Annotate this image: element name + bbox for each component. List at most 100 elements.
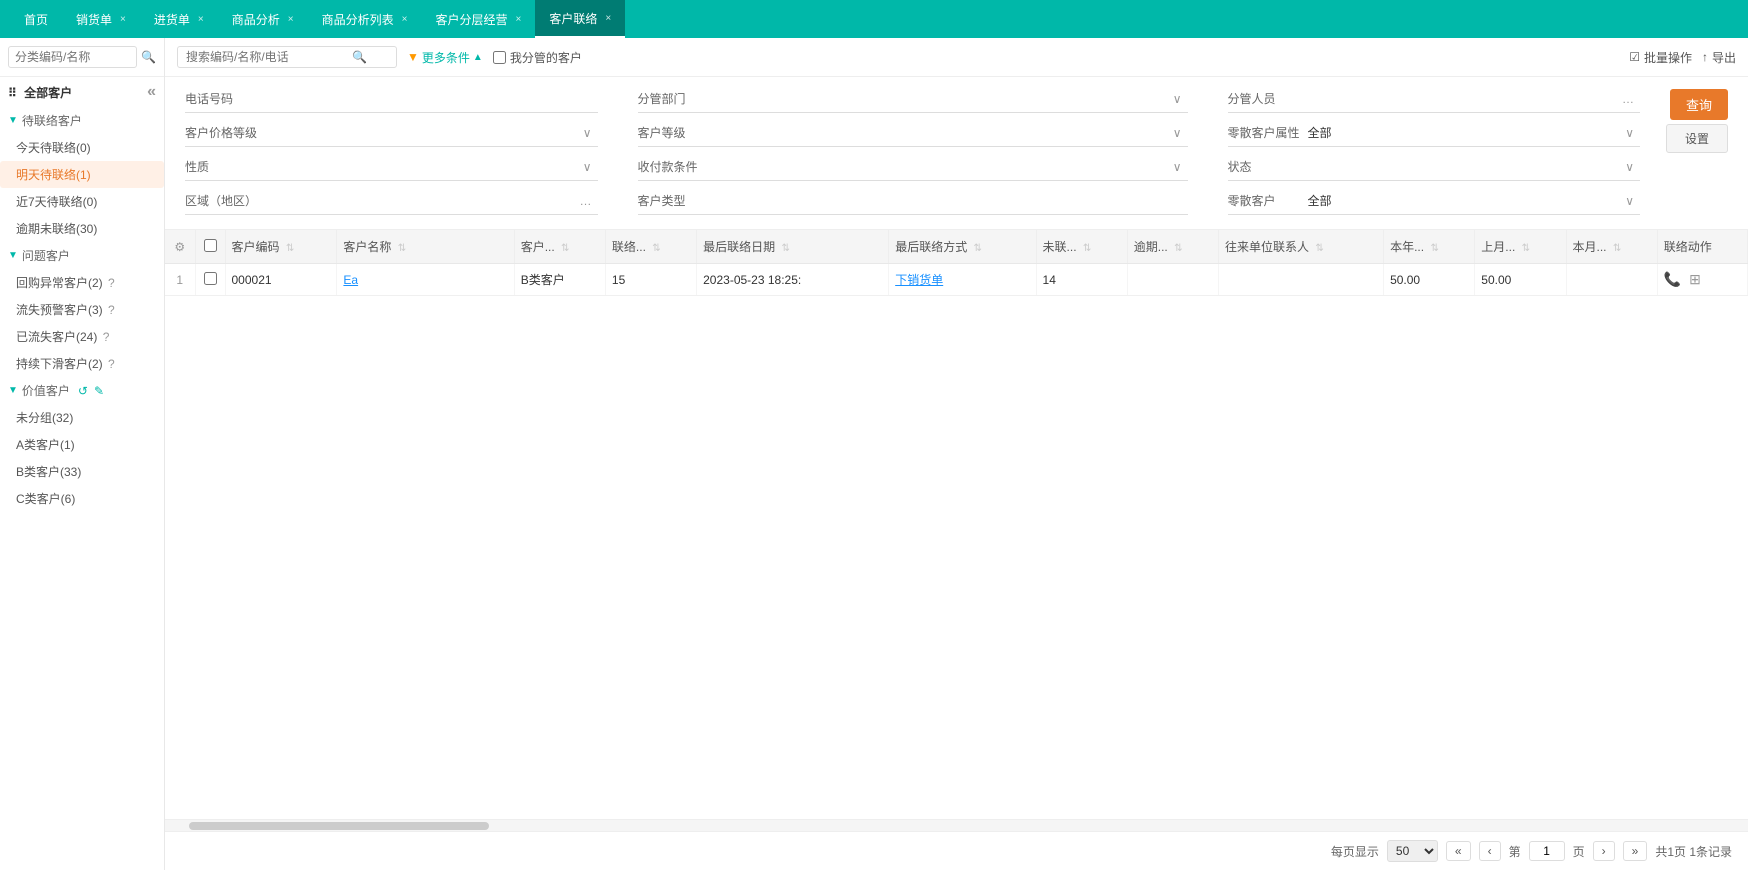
more-conditions-btn[interactable]: ▼ 更多条件 ▲: [407, 49, 483, 66]
export-btn[interactable]: ↑ 导出: [1702, 49, 1736, 66]
sidebar-item-class-b[interactable]: B类客户(33): [0, 458, 164, 485]
col-contact-person: 往来单位联系人 ⇅: [1218, 230, 1383, 264]
sidebar-item-churned[interactable]: 已流失客户(24) ?: [0, 323, 164, 350]
sort-icon-contact-person[interactable]: ⇅: [1315, 243, 1323, 254]
retail-attr-dropdown[interactable]: ∨: [1619, 126, 1640, 140]
sort-icon-overdue[interactable]: ⇅: [1174, 243, 1182, 254]
sidebar-item-declining[interactable]: 持续下滑客户(2) ?: [0, 350, 164, 377]
price-grade-dropdown[interactable]: ∨: [577, 126, 598, 140]
next-page-btn[interactable]: ›: [1593, 841, 1615, 861]
batch-operation-btn[interactable]: ☑ 批量操作: [1629, 49, 1692, 66]
retail-customer-dropdown[interactable]: ∨: [1619, 194, 1640, 208]
status-dropdown[interactable]: ∨: [1619, 160, 1640, 174]
sidebar-search-icon[interactable]: 🔍: [141, 50, 156, 64]
current-page-input[interactable]: [1529, 841, 1565, 861]
sidebar-item-7days-contact[interactable]: 近7天待联络(0): [0, 188, 164, 215]
scroll-thumb[interactable]: [189, 822, 489, 830]
sidebar-search-input[interactable]: [8, 46, 137, 68]
nav-purchase-close-icon[interactable]: ×: [198, 14, 204, 25]
sidebar-item-today-contact[interactable]: 今天待联络(0): [0, 134, 164, 161]
total-records-info: 共1页 1条记录: [1655, 843, 1732, 860]
filter-person: 分管人员 …: [1228, 85, 1641, 113]
nav-customer-contact-close-icon[interactable]: ×: [605, 13, 611, 24]
customer-grade-dropdown[interactable]: ∨: [1167, 126, 1188, 140]
checkbox-batch-icon: ☑: [1629, 50, 1640, 64]
collapse-icon[interactable]: «: [147, 83, 156, 101]
sort-icon-code[interactable]: ⇅: [286, 243, 294, 254]
edit-value-icon[interactable]: ✎: [94, 384, 104, 398]
retail-customer-input[interactable]: [1308, 194, 1620, 208]
query-button[interactable]: 查询: [1670, 89, 1728, 120]
col-last-month: 上月... ⇅: [1475, 230, 1566, 264]
horizontal-scrollbar[interactable]: [165, 819, 1748, 831]
prev-page-btn[interactable]: ‹: [1479, 841, 1501, 861]
payment-label: 收付款条件: [638, 158, 718, 175]
sort-icon-last-date[interactable]: ⇅: [781, 243, 789, 254]
sort-icon-this-year[interactable]: ⇅: [1430, 243, 1438, 254]
nav-home[interactable]: 首页: [10, 0, 62, 38]
select-all-checkbox[interactable]: [204, 239, 217, 252]
col-select-all[interactable]: [195, 230, 225, 264]
nav-purchase-label: 进货单: [154, 11, 190, 28]
nav-purchase-order[interactable]: 进货单 ×: [140, 0, 218, 38]
nav-customer-layered-close-icon[interactable]: ×: [515, 14, 521, 25]
retail-attr-label: 零散客户属性: [1228, 124, 1308, 141]
region-more-icon[interactable]: …: [574, 194, 598, 208]
main-content: 🔍 ▼ 更多条件 ▲ 我分管的客户 ☑ 批量操作 ↑ 导出: [165, 38, 1748, 870]
main-search-input[interactable]: [186, 50, 346, 64]
sidebar-item-overdue-contact[interactable]: 逾期未联络(30): [0, 215, 164, 242]
sidebar-item-unclassified[interactable]: 未分组(32): [0, 404, 164, 431]
nature-input[interactable]: [265, 160, 577, 174]
sort-icon-contact-count[interactable]: ⇅: [652, 243, 660, 254]
nav-sales-close-icon[interactable]: ×: [120, 14, 126, 25]
customer-type-input[interactable]: [718, 194, 1188, 208]
person-more-icon[interactable]: …: [1616, 92, 1640, 106]
nav-product-analysis-close-icon[interactable]: ×: [288, 14, 294, 25]
nav-product-analysis[interactable]: 商品分析 ×: [218, 0, 308, 38]
sort-icon-last-month[interactable]: ⇅: [1522, 243, 1530, 254]
sort-icon-no-contact[interactable]: ⇅: [1083, 243, 1091, 254]
status-input[interactable]: [1308, 160, 1620, 174]
sort-icon-last-method[interactable]: ⇅: [974, 243, 982, 254]
sidebar-item-class-c[interactable]: C类客户(6): [0, 485, 164, 512]
sort-icon-type[interactable]: ⇅: [561, 243, 569, 254]
sidebar-item-tomorrow-contact[interactable]: 明天待联络(1): [0, 161, 164, 188]
page-size-select[interactable]: 50 100 200: [1387, 840, 1438, 862]
phone-action-icon[interactable]: 📞: [1664, 271, 1681, 288]
sidebar-all-customers[interactable]: ⠿ 全部客户 «: [0, 77, 164, 107]
sidebar-group-pending-contact: ▼ 待联络客户: [0, 107, 164, 134]
payment-dropdown[interactable]: ∨: [1167, 160, 1188, 174]
my-customers-checkbox[interactable]: [493, 51, 506, 64]
nav-product-analysis-list[interactable]: 商品分析列表 ×: [308, 0, 422, 38]
last-page-btn[interactable]: »: [1623, 841, 1648, 861]
nav-customer-contact[interactable]: 客户联络 ×: [535, 0, 625, 38]
row-checkbox[interactable]: [204, 272, 217, 285]
retail-attr-input[interactable]: [1308, 126, 1620, 140]
sidebar-item-repurchase-abnormal[interactable]: 回购异常客户(2) ?: [0, 269, 164, 296]
nav-customer-layered[interactable]: 客户分层经营 ×: [421, 0, 535, 38]
my-customers-filter[interactable]: 我分管的客户: [493, 49, 582, 66]
customer-grade-input[interactable]: [718, 126, 1167, 140]
nav-product-list-close-icon[interactable]: ×: [402, 14, 408, 25]
price-grade-input[interactable]: [265, 126, 577, 140]
sidebar-item-churn-warning[interactable]: 流失预警客户(3) ?: [0, 296, 164, 323]
region-input[interactable]: [265, 194, 574, 208]
dept-dropdown-icon[interactable]: ∨: [1167, 92, 1188, 106]
setting-button[interactable]: 设置: [1666, 124, 1728, 153]
dept-input[interactable]: [718, 92, 1167, 106]
first-page-btn[interactable]: «: [1446, 841, 1471, 861]
sort-icon-name[interactable]: ⇅: [398, 243, 406, 254]
col-settings[interactable]: ⚙: [165, 230, 195, 264]
person-input[interactable]: [1308, 92, 1617, 106]
nav-sales-order[interactable]: 销货单 ×: [62, 0, 140, 38]
table-row: 1 000021 Ea B类客户: [165, 264, 1748, 296]
sidebar-item-class-a[interactable]: A类客户(1): [0, 431, 164, 458]
nature-dropdown[interactable]: ∨: [577, 160, 598, 174]
sort-icon-this-month[interactable]: ⇅: [1613, 243, 1621, 254]
contact-person-cell: [1218, 264, 1383, 296]
phone-input[interactable]: [265, 92, 598, 106]
grid-action-icon[interactable]: ⊞: [1689, 271, 1701, 288]
payment-input[interactable]: [718, 160, 1167, 174]
main-search-icon[interactable]: 🔍: [352, 50, 367, 64]
refresh-icon[interactable]: ↺: [78, 384, 88, 398]
